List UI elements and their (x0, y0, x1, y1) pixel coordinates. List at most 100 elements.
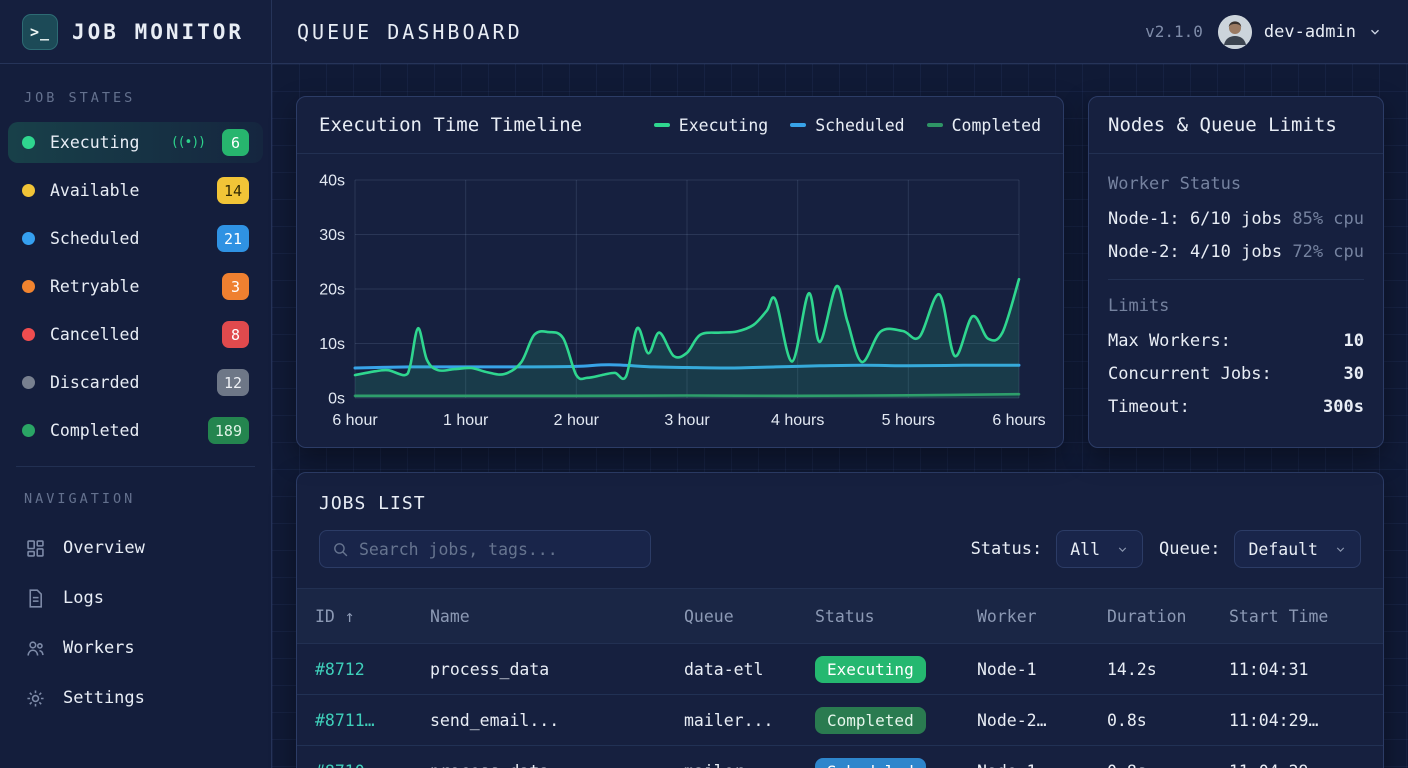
sidebar-state-completed[interactable]: Completed 189 (8, 410, 263, 451)
username: dev-admin (1263, 21, 1356, 42)
sidebar-item-workers[interactable]: Workers (8, 623, 263, 673)
navigation-heading: NAVIGATION (24, 491, 136, 507)
column-header-queue[interactable]: Queue (684, 607, 815, 626)
limit-value: 300s (1323, 397, 1364, 417)
limit-row-concurrent-jobs: Concurrent Jobs: 30 (1108, 364, 1364, 384)
chart-legend: Executing Scheduled Completed (653, 115, 1041, 135)
queue-filter-select[interactable]: Default (1234, 530, 1361, 568)
job-start-time: 11:04:29… (1229, 710, 1319, 730)
count-badge: 14 (216, 177, 249, 204)
column-header-id[interactable]: ID ↑ (315, 607, 430, 626)
limit-value: 30 (1343, 364, 1364, 384)
job-id-link[interactable]: #8712 (315, 660, 430, 679)
page-title: QUEUE DASHBOARD (297, 19, 523, 44)
terminal-icon: >_ (22, 13, 58, 50)
search-input[interactable] (359, 539, 638, 559)
legend-item-executing: Executing (653, 115, 769, 135)
broadcast-icon: ((•)) (170, 135, 206, 150)
status-filter-select[interactable]: All (1056, 530, 1144, 568)
job-duration: 14.2s (1107, 659, 1157, 679)
worker-jobs: 4/10 jobs (1189, 242, 1283, 262)
svg-text:2 hour: 2 hour (554, 412, 600, 429)
sidebar-state-discarded[interactable]: Discarded 12 (8, 362, 263, 403)
state-dot (22, 232, 35, 245)
job-duration: 0.8s (1107, 762, 1229, 768)
topbar-right: v2.1.0 dev-admin (1145, 14, 1408, 49)
sidebar-item-logs[interactable]: Logs (8, 573, 263, 623)
job-name: send_email... (430, 710, 560, 730)
column-header-status[interactable]: Status (815, 607, 977, 626)
table-row[interactable]: #8711… send_email... mailer... Completed… (297, 695, 1383, 746)
legend-label: Scheduled (815, 115, 905, 135)
sidebar-state-executing[interactable]: Executing ((•)) 6 (8, 122, 263, 163)
worker-row-node-2: Node-2: 4/10 jobs 72% cpu (1108, 242, 1364, 262)
queue-filter-group: Queue: Default (1159, 530, 1361, 568)
nodes-queue-limits-panel: Nodes & Queue Limits Worker Status Node-… (1088, 96, 1384, 448)
svg-text:0s: 0s (328, 391, 345, 408)
status-badge: Executing (815, 655, 926, 683)
count-badge: 12 (216, 369, 249, 396)
state-label: Scheduled (50, 229, 140, 248)
job-start-time: 11:04:31 (1229, 659, 1309, 679)
svg-text:10s: 10s (319, 336, 345, 353)
job-queue: mailer (684, 762, 815, 768)
worker-name: Node-2: (1108, 242, 1180, 262)
panel-divider (1108, 279, 1364, 280)
timeline-chart: 0s 10s 20s 30s 40s 6 hour 1 hour 2 hour 3 hour 4 … (319, 173, 1045, 430)
state-label: Discarded (50, 373, 140, 392)
legend-swatch (653, 123, 670, 127)
state-label: Cancelled (50, 325, 140, 344)
chart-title: Execution Time Timeline (319, 114, 583, 136)
status-badge: Scheduled (815, 757, 926, 768)
worker-status-heading: Worker Status (1108, 174, 1242, 194)
column-header-worker[interactable]: Worker (977, 607, 1107, 626)
legend-swatch (926, 123, 943, 127)
state-label: Completed (50, 421, 140, 440)
app-title: JOB MONITOR (72, 19, 245, 44)
sidebar-state-scheduled[interactable]: Scheduled 21 (8, 218, 263, 259)
jobs-table-header: ID ↑ Name Queue Status Worker Duration S… (297, 588, 1383, 644)
nav-label: Settings (63, 688, 145, 708)
svg-text:6 hours: 6 hours (992, 412, 1045, 429)
count-badge: 21 (216, 225, 249, 252)
legend-label: Executing (678, 115, 769, 135)
state-dot (22, 184, 35, 197)
table-row[interactable]: #8712 process_data data-etl Executing No… (297, 644, 1383, 695)
jobs-list-panel: JOBS LIST Status: All (296, 472, 1384, 768)
worker-jobs: 6/10 jobs (1189, 209, 1283, 229)
limit-label: Timeout: (1108, 397, 1190, 417)
worker-cpu: 72% cpu (1292, 242, 1364, 262)
column-header-name[interactable]: Name (430, 607, 684, 626)
worker-cpu: 85% cpu (1292, 209, 1364, 229)
job-id-link[interactable]: #8711… (315, 711, 430, 730)
limit-row-timeout: Timeout: 300s (1108, 397, 1364, 417)
sidebar-state-cancelled[interactable]: Cancelled 8 (8, 314, 263, 355)
count-badge: 6 (222, 129, 249, 156)
job-id-link[interactable]: #8710 (315, 762, 430, 768)
status-badge: Completed (815, 706, 926, 734)
queue-filter-value: Default (1248, 539, 1318, 559)
user-menu[interactable]: dev-admin (1217, 14, 1382, 49)
column-header-start-time[interactable]: Start Time (1229, 607, 1383, 626)
job-worker: Node-1 (977, 762, 1107, 768)
table-row[interactable]: #8710 process_data mailer Scheduled Node… (297, 746, 1383, 768)
sidebar-item-overview[interactable]: Overview (8, 523, 263, 573)
job-queue: data-etl (684, 659, 764, 679)
jobs-search[interactable] (319, 530, 651, 568)
sidebar-state-retryable[interactable]: Retryable 3 (8, 266, 263, 307)
sidebar-state-available[interactable]: Available 14 (8, 170, 263, 211)
count-badge: 189 (207, 417, 249, 444)
limit-label: Max Workers: (1108, 331, 1231, 351)
sidebar-item-settings[interactable]: Settings (8, 673, 263, 723)
state-dot (22, 424, 35, 437)
jobs-list-title: JOBS LIST (319, 493, 426, 514)
worker-row-node-1: Node-1: 6/10 jobs 85% cpu (1108, 209, 1364, 229)
job-start-time: 11:04:29 (1229, 762, 1383, 768)
version-label: v2.1.0 (1145, 22, 1203, 41)
gear-icon (27, 689, 44, 707)
column-header-duration[interactable]: Duration (1107, 607, 1229, 626)
job-name: process_data (430, 762, 684, 768)
state-dot (22, 328, 35, 341)
limits-heading: Limits (1108, 296, 1170, 316)
svg-text:6 hour: 6 hour (332, 412, 378, 429)
